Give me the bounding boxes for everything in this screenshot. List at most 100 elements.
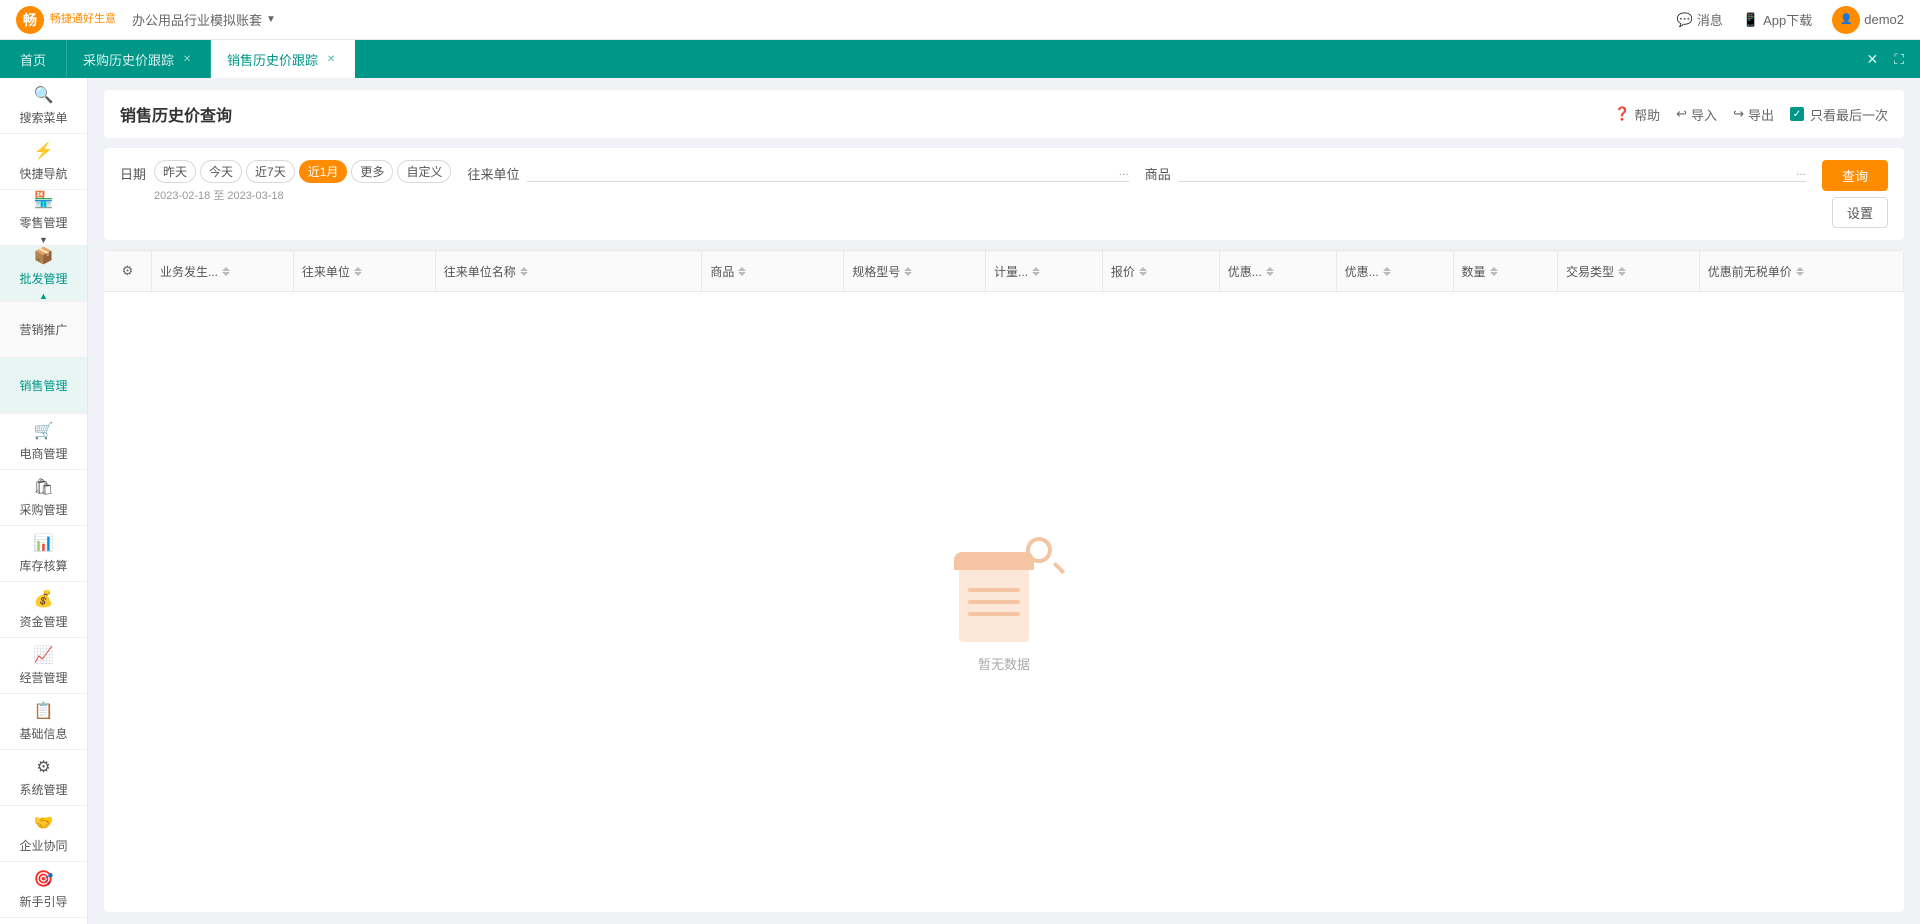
th-unit[interactable]: 计量...: [986, 251, 1103, 291]
table-header: ⚙ 业务发生... 往来单位 往来单位名称 商品: [104, 250, 1904, 292]
sidebar-item-retail-mgmt[interactable]: 🏪 零售管理 ▼: [0, 190, 87, 246]
th-quoted-price[interactable]: 报价: [1103, 251, 1220, 291]
tab-purchase-history[interactable]: 采购历史价跟踪 ✕: [67, 40, 211, 78]
tab-close-all[interactable]: ✕: [1862, 47, 1882, 72]
th-pretax-price-label: 优惠前无税单价: [1708, 263, 1792, 280]
date-buttons: 昨天 今天 近7天 近1月 更多 自定义: [154, 160, 451, 183]
empty-state: 暂无数据: [944, 532, 1064, 673]
sort-icon: [1139, 267, 1147, 276]
sidebar-item-label: 电商管理: [19, 445, 67, 462]
page-content: 销售历史价查询 ❓ 帮助 ↩ 导入 ↪ 导出 ✓: [88, 78, 1920, 924]
doc-line2: [968, 600, 1020, 604]
th-discount2[interactable]: 优惠...: [1337, 251, 1454, 291]
logo-text: 畅捷通好生意: [50, 13, 116, 26]
sidebar-item-label: 搜索菜单: [19, 109, 67, 126]
date-btn-more[interactable]: 更多: [351, 160, 393, 183]
date-btn-last7[interactable]: 近7天: [246, 160, 295, 183]
sidebar-item-new-guide[interactable]: 🎯 新手引导: [0, 862, 87, 918]
enterprise-coop-icon: 🤝: [34, 813, 54, 833]
th-counterpart-name[interactable]: 往来单位名称: [436, 251, 703, 291]
message-nav[interactable]: 💬 消息: [1677, 10, 1723, 29]
tab-home-label: 首页: [20, 50, 46, 69]
counterpart-filter-input[interactable]: [527, 160, 1118, 181]
th-discount1[interactable]: 优惠...: [1220, 251, 1337, 291]
sidebar-item-label: 采购管理: [19, 501, 67, 518]
th-counterpart-code[interactable]: 往来单位: [294, 251, 436, 291]
th-trade-type-label: 交易类型: [1566, 263, 1614, 280]
logo-area: 畅 畅捷通好生意: [16, 6, 116, 34]
username-label: demo2: [1864, 12, 1904, 27]
import-label: 导入: [1691, 105, 1717, 124]
app-download-nav[interactable]: 📱 App下载: [1743, 10, 1812, 29]
counterpart-filter-group: 往来单位 ...: [467, 160, 1128, 183]
export-action[interactable]: ↪ 导出: [1733, 105, 1774, 124]
sidebar-item-label: 新手引导: [19, 893, 67, 910]
th-pretax-price[interactable]: 优惠前无税单价: [1700, 251, 1904, 291]
date-btn-yesterday[interactable]: 昨天: [154, 160, 196, 183]
app-selector[interactable]: 办公用品行业模拟账套 ▼: [124, 6, 284, 33]
date-btn-today[interactable]: 今天: [200, 160, 242, 183]
th-biz-date[interactable]: 业务发生...: [152, 251, 294, 291]
date-filter-content: 昨天 今天 近7天 近1月 更多 自定义 2023-02-18 至 2023-0…: [154, 160, 451, 203]
help-action[interactable]: ❓ 帮助: [1614, 105, 1660, 124]
page-title: 销售历史价查询: [120, 102, 232, 126]
date-btn-custom[interactable]: 自定义: [397, 160, 451, 183]
sidebar-item-basic-info[interactable]: 📋 基础信息: [0, 694, 87, 750]
sidebar-item-ecommerce-mgmt[interactable]: 🛒 电商管理: [0, 414, 87, 470]
th-spec[interactable]: 规格型号: [844, 251, 986, 291]
product-filter-group: 商品 ...: [1145, 160, 1806, 183]
tab-maximize[interactable]: ⛶: [1890, 47, 1908, 72]
sidebar-item-label: 企业协同: [19, 837, 67, 854]
user-avatar[interactable]: 👤 demo2: [1832, 6, 1904, 34]
th-counterpart-code-label: 往来单位: [302, 263, 350, 280]
tab-sales-history[interactable]: 销售历史价跟踪 ✕: [211, 40, 355, 78]
product-filter-input[interactable]: [1179, 160, 1796, 181]
counterpart-filter-dots[interactable]: ...: [1119, 164, 1129, 178]
sidebar-item-sales-mgmt[interactable]: 销售管理: [0, 358, 87, 414]
sidebar-item-label: 基础信息: [19, 725, 67, 742]
date-range-text: 2023-02-18 至 2023-03-18: [154, 187, 451, 203]
sidebar-item-system-mgmt[interactable]: ⚙ 系统管理: [0, 750, 87, 806]
query-button[interactable]: 查询: [1822, 160, 1888, 191]
sidebar-item-app-center[interactable]: 📱 应用中心: [0, 918, 87, 924]
th-product-label: 商品: [710, 263, 734, 280]
th-product[interactable]: 商品: [702, 251, 844, 291]
filter-right-buttons: 查询 设置: [1822, 160, 1888, 228]
th-trade-type[interactable]: 交易类型: [1558, 251, 1700, 291]
th-spec-label: 规格型号: [852, 263, 900, 280]
sidebar-item-label: 资金管理: [19, 613, 67, 630]
settings-button[interactable]: 设置: [1832, 197, 1888, 228]
product-filter-label: 商品: [1145, 160, 1171, 183]
retail-mgmt-icon: 🏪: [34, 190, 54, 210]
sidebar-item-finance-mgmt[interactable]: 💰 资金管理: [0, 582, 87, 638]
sidebar-item-wholesale-mgmt[interactable]: 📦 批发管理 ▲: [0, 246, 87, 302]
quick-nav-icon: ⚡: [34, 141, 54, 161]
operation-mgmt-icon: 📈: [34, 645, 54, 665]
sidebar-item-operation-mgmt[interactable]: 📈 经营管理: [0, 638, 87, 694]
sidebar-sub-wholesale: 营销推广 销售管理: [0, 302, 87, 414]
th-discount1-label: 优惠...: [1228, 263, 1262, 280]
new-guide-icon: 🎯: [34, 869, 54, 889]
th-quantity[interactable]: 数量: [1454, 251, 1558, 291]
sort-icon: [738, 267, 746, 276]
tab-sales-history-close[interactable]: ✕: [324, 52, 338, 66]
import-action[interactable]: ↩ 导入: [1676, 105, 1717, 124]
sidebar-item-label: 零售管理: [19, 214, 67, 231]
sidebar-item-marketing[interactable]: 营销推广: [0, 302, 87, 358]
only-last-checkbox[interactable]: ✓ 只看最后一次: [1790, 105, 1888, 124]
page-header-actions: ❓ 帮助 ↩ 导入 ↪ 导出 ✓ 只看最后一次: [1614, 105, 1888, 124]
basic-info-icon: 📋: [34, 701, 54, 721]
date-btn-last1month[interactable]: 近1月: [299, 160, 348, 183]
main-layout: 🔍 搜索菜单 ⚡ 快捷导航 🏪 零售管理 ▼ 📦 批发管理 ▲ 营销推广 销售管…: [0, 78, 1920, 924]
top-bar: 畅 畅捷通好生意 办公用品行业模拟账套 ▼ 💬 消息 📱 App下载 👤 dem…: [0, 0, 1920, 40]
sidebar-item-inventory[interactable]: 📊 库存核算: [0, 526, 87, 582]
chevron-down-icon: ▼: [39, 235, 48, 245]
sidebar-item-quick-nav[interactable]: ⚡ 快捷导航: [0, 134, 87, 190]
tab-purchase-history-close[interactable]: ✕: [180, 52, 194, 66]
tab-home[interactable]: 首页: [0, 40, 67, 78]
sidebar-item-enterprise-coop[interactable]: 🤝 企业协同: [0, 806, 87, 862]
product-filter-dots[interactable]: ...: [1796, 164, 1806, 178]
sidebar-item-search-menu[interactable]: 🔍 搜索菜单: [0, 78, 87, 134]
table-settings-icon[interactable]: ⚙: [104, 251, 152, 291]
sidebar-item-purchase-mgmt[interactable]: 🛍 采购管理: [0, 470, 87, 526]
